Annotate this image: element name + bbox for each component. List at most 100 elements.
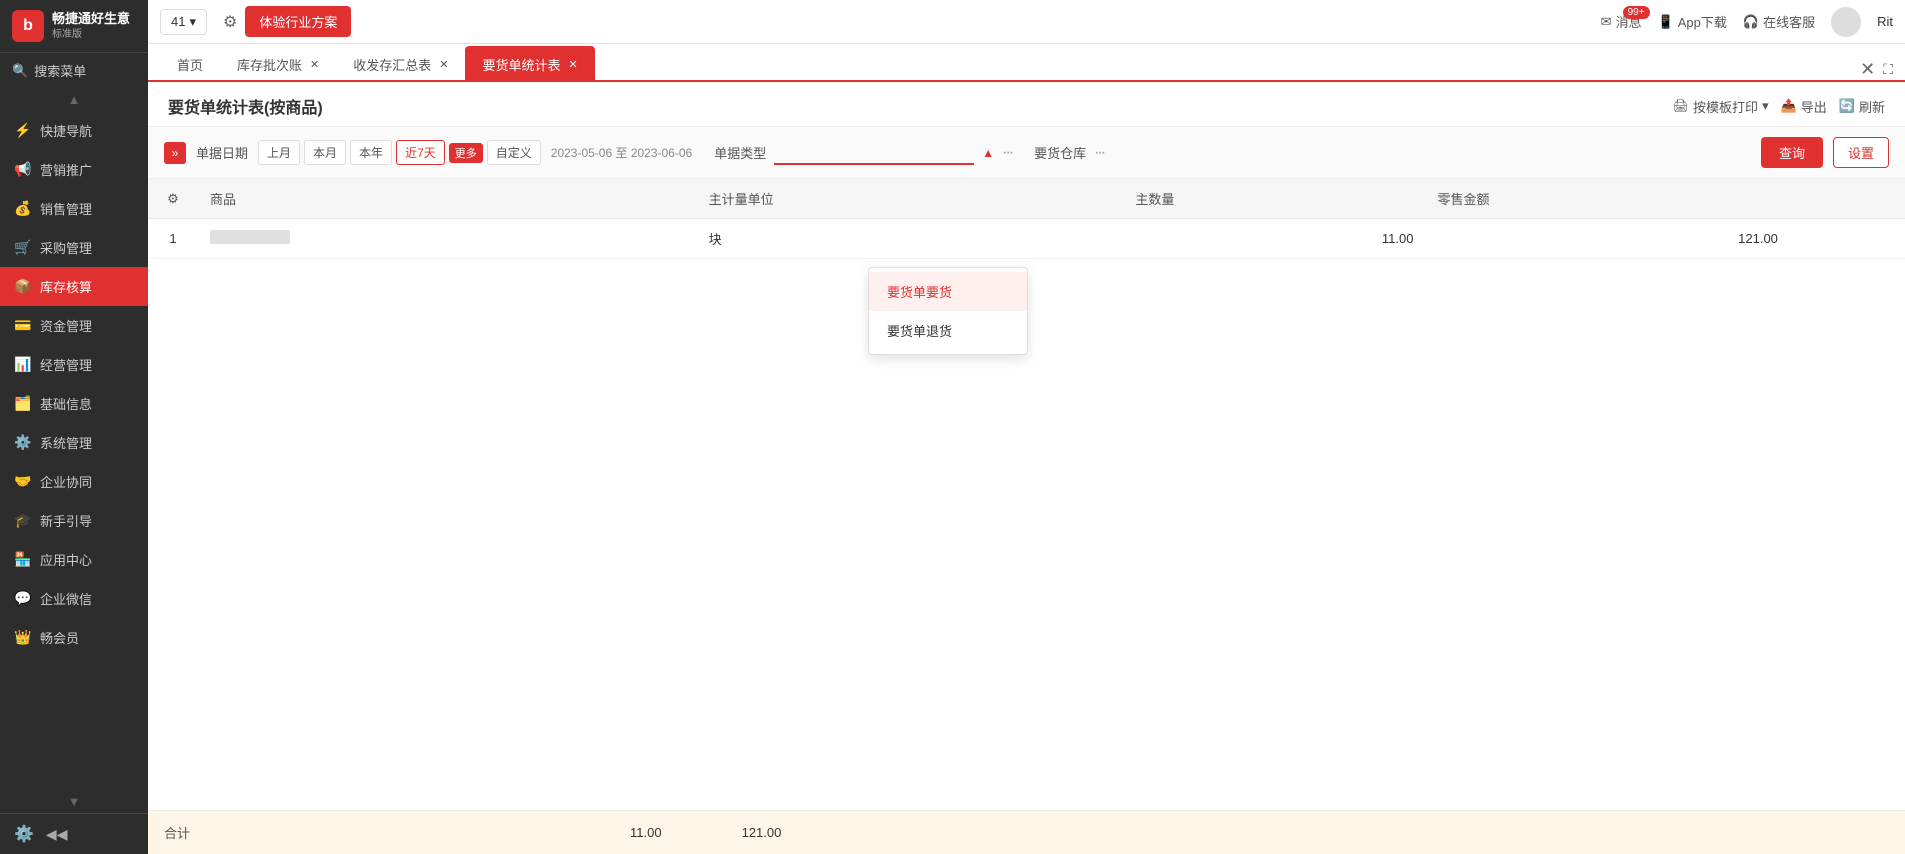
date-range-display: 2023-05-06 至 2023-06-06 xyxy=(551,144,692,161)
sidebar-item-operation[interactable]: 📊 经营管理 xyxy=(0,345,148,384)
tab-close-order-summary[interactable]: ✕ xyxy=(569,58,578,71)
col-product: 商品 xyxy=(198,179,697,219)
sidebar-bottom: ⚙️ ◀◀ xyxy=(0,813,148,854)
sidebar-item-appstore[interactable]: 🏪 应用中心 xyxy=(0,540,148,579)
sidebar-item-system[interactable]: ⚙️ 系统管理 xyxy=(0,423,148,462)
sidebar-search[interactable]: 🔍 搜索菜单 xyxy=(0,53,148,88)
setup-button[interactable]: 设置 xyxy=(1833,137,1889,168)
date-btn-ben-yue[interactable]: 本月 xyxy=(304,140,346,165)
warehouse-section: 要货仓库 ··· xyxy=(1034,143,1104,162)
logo-icon: b xyxy=(12,10,44,42)
sidebar-logo: b 畅捷通好生意 标准版 xyxy=(0,0,148,53)
row-unit: 块 xyxy=(697,219,1124,259)
operation-icon: 📊 xyxy=(14,356,32,374)
sidebar-item-sales[interactable]: 💰 销售管理 xyxy=(0,189,148,228)
store-dropdown-icon: ▾ xyxy=(189,14,196,30)
sidebar-item-inventory[interactable]: 📦 库存核算 xyxy=(0,267,148,306)
query-button[interactable]: 查询 xyxy=(1761,137,1823,168)
export-icon: 📤 xyxy=(1781,98,1797,114)
sidebar-collapse-button[interactable]: ◀◀ xyxy=(46,826,68,843)
date-btn-ben-nian[interactable]: 本年 xyxy=(350,140,392,165)
member-icon: 👑 xyxy=(14,629,32,647)
export-button[interactable]: 📤 导出 xyxy=(1781,97,1827,116)
col-settings[interactable]: ⚙ xyxy=(148,179,198,219)
type-more-options[interactable]: ··· xyxy=(1002,144,1012,162)
wechat-icon: 💬 xyxy=(14,590,32,608)
marketing-icon: 📢 xyxy=(14,161,32,179)
filter-bar: » 单据日期 上月 本月 本年 近7天 更多 自定义 2023-05-06 至 … xyxy=(148,127,1905,179)
store-selector[interactable]: 41 ▾ xyxy=(160,9,207,35)
sidebar-item-finance[interactable]: 💳 资金管理 xyxy=(0,306,148,345)
print-button[interactable]: 🖨 按模板打印 ▾ xyxy=(1673,97,1769,116)
tab-bar-close-all[interactable]: ✕ xyxy=(1860,59,1875,80)
message-button[interactable]: ✉ 消息 99+ xyxy=(1601,12,1642,31)
system-icon: ⚙️ xyxy=(14,434,32,452)
sidebar-item-enterprise[interactable]: 🤝 企业协同 xyxy=(0,462,148,501)
page-title: 要货单统计表(按商品) xyxy=(168,94,323,118)
service-icon: 🎧 xyxy=(1743,14,1759,30)
row-quantity: 11.00 xyxy=(1123,219,1425,259)
sidebar-item-member[interactable]: 👑 畅会员 xyxy=(0,618,148,657)
date-btn-custom[interactable]: 自定义 xyxy=(487,140,541,165)
appstore-icon: 🏪 xyxy=(14,551,32,569)
date-range-buttons: 上月 本月 本年 近7天 更多 自定义 xyxy=(258,140,541,165)
type-dropdown: 要货单要货 要货单退货 xyxy=(868,267,1028,355)
dropdown-item-tuihuo[interactable]: 要货单退货 xyxy=(869,311,1027,350)
footer-label: 合计 xyxy=(164,823,190,842)
sidebar-settings-icon[interactable]: ⚙️ xyxy=(14,824,34,844)
tab-bar-right: ✕ ⛶ xyxy=(1860,59,1893,80)
date-btn-jin7[interactable]: 近7天 xyxy=(396,140,445,165)
sidebar-item-wechat[interactable]: 💬 企业微信 xyxy=(0,579,148,618)
warehouse-more-options[interactable]: ··· xyxy=(1094,144,1104,162)
page-header: 要货单统计表(按商品) 🖨 按模板打印 ▾ 📤 导出 🔄 刷新 xyxy=(148,82,1905,127)
header-left: 41 ▾ ⚙ 体验行业方案 xyxy=(160,6,351,37)
date-btn-shang-yue[interactable]: 上月 xyxy=(258,140,300,165)
sidebar-scroll-down[interactable]: ▼ xyxy=(0,790,148,813)
sidebar-item-guide[interactable]: 🎓 新手引导 xyxy=(0,501,148,540)
col-unit: 主计量单位 xyxy=(697,179,1124,219)
date-btn-more[interactable]: 更多 xyxy=(449,143,483,163)
tab-bar-expand[interactable]: ⛶ xyxy=(1883,61,1893,78)
app-download-button[interactable]: 📱 App下载 xyxy=(1658,12,1727,31)
row-amount: 121.00 xyxy=(1425,219,1789,259)
dropdown-item-yaohuo[interactable]: 要货单要货 xyxy=(869,272,1027,311)
user-name[interactable]: Rit xyxy=(1877,14,1893,29)
tab-close-receivable-summary[interactable]: ✕ xyxy=(439,58,448,71)
sidebar-item-purchase[interactable]: 🛒 采购管理 xyxy=(0,228,148,267)
sidebar-item-basic[interactable]: 🗂️ 基础信息 xyxy=(0,384,148,423)
col-quantity: 主数量 xyxy=(1123,179,1425,219)
content-area: 要货单统计表(按商品) 🖨 按模板打印 ▾ 📤 导出 🔄 刷新 xyxy=(148,82,1905,854)
message-icon: ✉ xyxy=(1601,14,1612,30)
tab-home[interactable]: 首页 xyxy=(160,46,220,82)
column-settings-icon[interactable]: ⚙ xyxy=(167,191,179,206)
refresh-button[interactable]: 🔄 刷新 xyxy=(1839,97,1885,116)
tab-close-inventory-batch[interactable]: ✕ xyxy=(310,58,319,71)
header-settings-icon[interactable]: ⚙ xyxy=(223,12,237,32)
warehouse-label: 要货仓库 xyxy=(1034,143,1086,162)
service-button[interactable]: 🎧 在线客服 xyxy=(1743,12,1815,31)
sidebar-scroll-up[interactable]: ▲ xyxy=(0,88,148,111)
sidebar-item-quick-nav[interactable]: ⚡ 快捷导航 xyxy=(0,111,148,150)
enterprise-icon: 🤝 xyxy=(14,473,32,491)
sidebar-item-marketing[interactable]: 📢 营销推广 xyxy=(0,150,148,189)
header-right: ✉ 消息 99+ 📱 App下载 🎧 在线客服 Rit xyxy=(1601,7,1893,37)
sidebar-nav: ⚡ 快捷导航 📢 营销推广 💰 销售管理 🛒 采购管理 📦 库存核算 💳 资金管… xyxy=(0,111,148,790)
tab-order-summary[interactable]: 要货单统计表 ✕ xyxy=(465,46,594,82)
guide-icon: 🎓 xyxy=(14,512,32,530)
type-input[interactable] xyxy=(774,140,974,165)
main-area: 41 ▾ ⚙ 体验行业方案 ✉ 消息 99+ 📱 App下载 🎧 在线客服 Ri… xyxy=(148,0,1905,854)
trial-button[interactable]: 体验行业方案 xyxy=(245,6,351,37)
tab-receivable-summary[interactable]: 收发存汇总表 ✕ xyxy=(336,46,465,82)
col-extra xyxy=(1790,179,1905,219)
tab-bar: 首页 库存批次账 ✕ 收发存汇总表 ✕ 要货单统计表 ✕ ✕ ⛶ xyxy=(148,44,1905,82)
sidebar: b 畅捷通好生意 标准版 🔍 搜索菜单 ▲ ⚡ 快捷导航 📢 营销推广 💰 销售… xyxy=(0,0,148,854)
footer-quantity: 11.00 xyxy=(630,825,662,840)
type-chevron-icon[interactable]: ▲ xyxy=(982,146,994,160)
top-header: 41 ▾ ⚙ 体验行业方案 ✉ 消息 99+ 📱 App下载 🎧 在线客服 Ri… xyxy=(148,0,1905,44)
inventory-icon: 📦 xyxy=(14,278,32,296)
purchase-icon: 🛒 xyxy=(14,239,32,257)
filter-expand-button[interactable]: » xyxy=(164,142,186,164)
footer-amount: 121.00 xyxy=(742,825,782,840)
tab-inventory-batch[interactable]: 库存批次账 ✕ xyxy=(220,46,336,82)
print-dropdown-icon: ▾ xyxy=(1762,98,1769,114)
